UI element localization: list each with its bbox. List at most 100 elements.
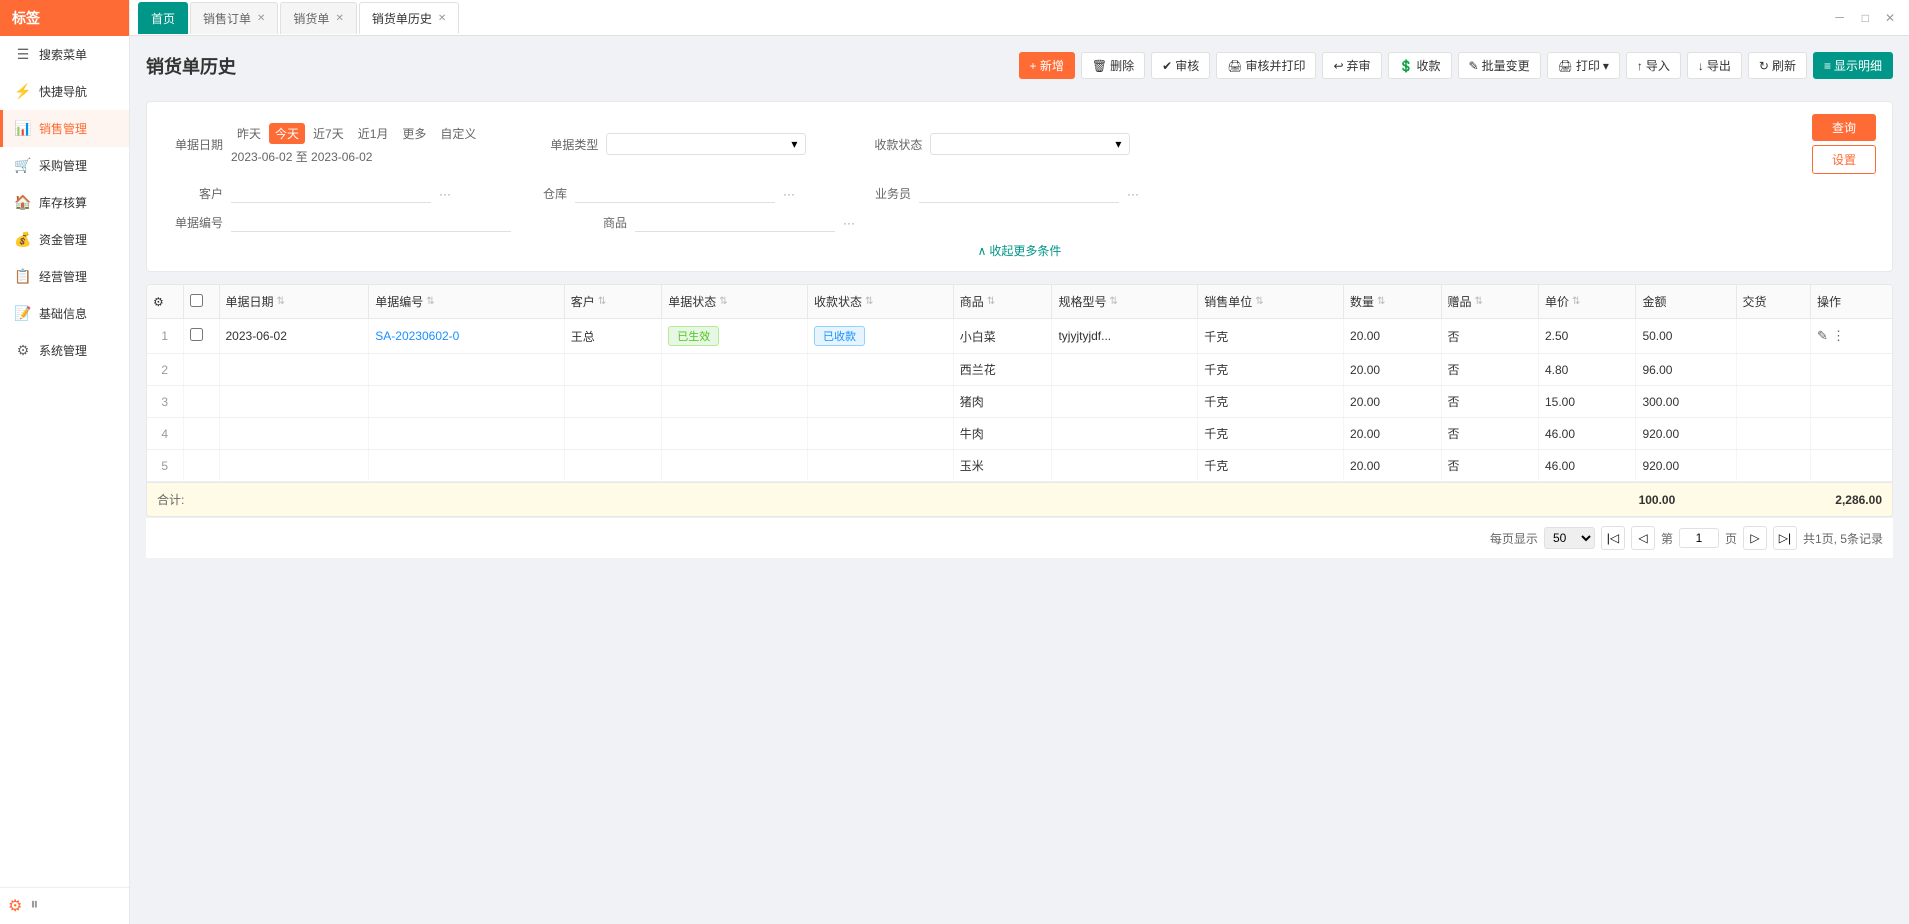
query-button[interactable]: 查询: [1812, 114, 1876, 141]
audit-button[interactable]: ✔ 审核: [1151, 52, 1210, 79]
more-action-icon[interactable]: ⋮: [1832, 328, 1845, 344]
doc-type-select[interactable]: ▾: [606, 133, 806, 155]
staff-input[interactable]: [919, 184, 1119, 203]
customer-dots-icon[interactable]: ···: [439, 187, 451, 201]
sidebar-item-inventory[interactable]: 🏠 库存核算: [0, 184, 129, 221]
warehouse-dots-icon[interactable]: ···: [783, 187, 795, 201]
goods-input[interactable]: [635, 213, 835, 232]
sidebar-item-basic-info[interactable]: 📝 基础信息: [0, 295, 129, 332]
sidebar-label-quick-nav: 快捷导航: [39, 83, 87, 100]
row-unit-price-cell: 2.50: [1538, 319, 1635, 354]
row-trade-cell: [1736, 319, 1811, 354]
row-doc-date-cell: [219, 386, 369, 418]
date-tab-1month[interactable]: 近1月: [352, 123, 395, 144]
filter-row-1: 单据日期 昨天 今天 近7天 近1月 更多 自定义 2023-06-02 至 2…: [163, 114, 1876, 174]
quick-nav-icon: ⚡: [15, 84, 31, 100]
row-actions-cell: [1811, 450, 1892, 482]
new-button[interactable]: + 新增: [1019, 52, 1075, 79]
date-tab-7days[interactable]: 近7天: [307, 123, 350, 144]
batch-change-button[interactable]: ✎ 批量变更: [1458, 52, 1541, 79]
doc-no-input[interactable]: [231, 213, 511, 232]
row-goods-cell: 猪肉: [953, 386, 1052, 418]
tab-sales-goods-close[interactable]: ✕: [335, 13, 343, 24]
first-page-button[interactable]: |◁: [1601, 526, 1625, 550]
row-gift-cell: 否: [1441, 319, 1538, 354]
tab-minimize-btn[interactable]: －: [1828, 7, 1852, 28]
row-doc-no-cell: [369, 418, 564, 450]
col-customer[interactable]: 客户⇅: [564, 285, 661, 319]
date-tabs: 昨天 今天 近7天 近1月 更多 自定义: [231, 123, 482, 144]
col-settings[interactable]: ⚙: [147, 285, 183, 319]
sidebar-settings-icon[interactable]: ⚙: [8, 896, 22, 916]
row-num-cell: 4: [147, 418, 183, 450]
refresh-button[interactable]: ↻ 刷新: [1748, 52, 1807, 79]
filter-settings-button[interactable]: 设置: [1812, 145, 1876, 174]
collapse-button[interactable]: ∧ 收起更多条件: [978, 242, 1062, 259]
print-button[interactable]: 🖨 打印 ▾: [1547, 52, 1620, 79]
row-doc-date-cell: [219, 450, 369, 482]
sidebar-item-quick-nav[interactable]: ⚡ 快捷导航: [0, 73, 129, 110]
tab-sales-goods[interactable]: 销货单 ✕: [280, 2, 356, 34]
export-button[interactable]: ↓ 导出: [1687, 52, 1742, 79]
sidebar-item-purchase-mgmt[interactable]: 🛒 采购管理: [0, 147, 129, 184]
col-doc-date[interactable]: 单据日期⇅: [219, 285, 369, 319]
date-tab-more[interactable]: 更多: [396, 123, 432, 144]
warehouse-input[interactable]: [575, 184, 775, 203]
tab-sales-history[interactable]: 销货单历史 ✕: [359, 2, 459, 34]
sidebar-item-search-menu[interactable]: ☰ 搜索菜单: [0, 36, 129, 73]
col-doc-status[interactable]: 单据状态⇅: [662, 285, 808, 319]
row-goods-cell: 西兰花: [953, 354, 1052, 386]
search-menu-icon: ☰: [15, 47, 31, 63]
sidebar-item-ops-mgmt[interactable]: 📋 经营管理: [0, 258, 129, 295]
col-qty[interactable]: 数量⇅: [1344, 285, 1441, 319]
col-spec[interactable]: 规格型号⇅: [1052, 285, 1198, 319]
show-detail-icon: ≡: [1824, 59, 1831, 73]
delete-button[interactable]: 🗑 删除: [1081, 52, 1145, 79]
tab-sales-history-close[interactable]: ✕: [438, 13, 446, 24]
col-payment-status[interactable]: 收款状态⇅: [808, 285, 954, 319]
tab-home-label: 首页: [151, 10, 175, 27]
row-payment-status-cell: 已收款: [808, 319, 954, 354]
filter-row-3: 单据编号 商品 ···: [163, 213, 1876, 232]
doc-no-link[interactable]: SA-20230602-0: [375, 329, 459, 343]
import-button[interactable]: ↑ 导入: [1626, 52, 1681, 79]
tab-closeall-btn[interactable]: ✕: [1879, 9, 1901, 27]
sidebar-item-sys-mgmt[interactable]: ⚙ 系统管理: [0, 332, 129, 369]
row-unit-price-cell: 4.80: [1538, 354, 1635, 386]
prev-page-button[interactable]: ◁: [1631, 526, 1655, 550]
collect-button[interactable]: 💲 收款: [1388, 52, 1452, 79]
tab-bar-end: － □ ✕: [1828, 7, 1901, 28]
show-detail-button[interactable]: ≡ 显示明细: [1813, 52, 1893, 79]
row-actions-cell: [1811, 386, 1892, 418]
col-doc-no[interactable]: 单据编号⇅: [369, 285, 564, 319]
row-doc-status-cell: [662, 450, 808, 482]
date-tab-yesterday[interactable]: 昨天: [231, 123, 267, 144]
doc-type-filter-item: 单据类型 ▾: [538, 133, 806, 155]
customer-input[interactable]: [231, 184, 431, 203]
audit-print-button[interactable]: 🖨 审核并打印: [1216, 52, 1316, 79]
sidebar-collapse-icon[interactable]: ⏸: [30, 896, 38, 916]
tab-sales-order[interactable]: 销售订单 ✕: [190, 2, 278, 34]
row-checkbox[interactable]: [190, 328, 203, 341]
page-number-input[interactable]: [1679, 528, 1719, 548]
edit-action-icon[interactable]: ✎: [1817, 328, 1828, 344]
col-goods[interactable]: 商品⇅: [953, 285, 1052, 319]
tab-home[interactable]: 首页: [138, 2, 188, 34]
abandon-button[interactable]: ↩ 弃审: [1322, 52, 1381, 79]
tab-sales-order-close[interactable]: ✕: [257, 13, 265, 24]
col-unit-price[interactable]: 单价⇅: [1538, 285, 1635, 319]
date-tab-today[interactable]: 今天: [269, 123, 305, 144]
goods-dots-icon[interactable]: ···: [843, 216, 855, 230]
col-gift[interactable]: 赠品⇅: [1441, 285, 1538, 319]
staff-dots-icon[interactable]: ···: [1127, 187, 1139, 201]
select-all-checkbox[interactable]: [190, 294, 203, 307]
date-tab-custom[interactable]: 自定义: [434, 123, 482, 144]
sidebar-item-finance-mgmt[interactable]: 💰 资金管理: [0, 221, 129, 258]
sidebar-item-sales-mgmt[interactable]: 📊 销售管理: [0, 110, 129, 147]
col-sales-unit[interactable]: 销售单位⇅: [1198, 285, 1344, 319]
per-page-select[interactable]: 50 100 200: [1544, 527, 1595, 549]
payment-status-select[interactable]: ▾: [930, 133, 1130, 155]
next-page-button[interactable]: ▷: [1743, 526, 1767, 550]
last-page-button[interactable]: ▷|: [1773, 526, 1797, 550]
tab-maximize-btn[interactable]: □: [1856, 9, 1875, 27]
